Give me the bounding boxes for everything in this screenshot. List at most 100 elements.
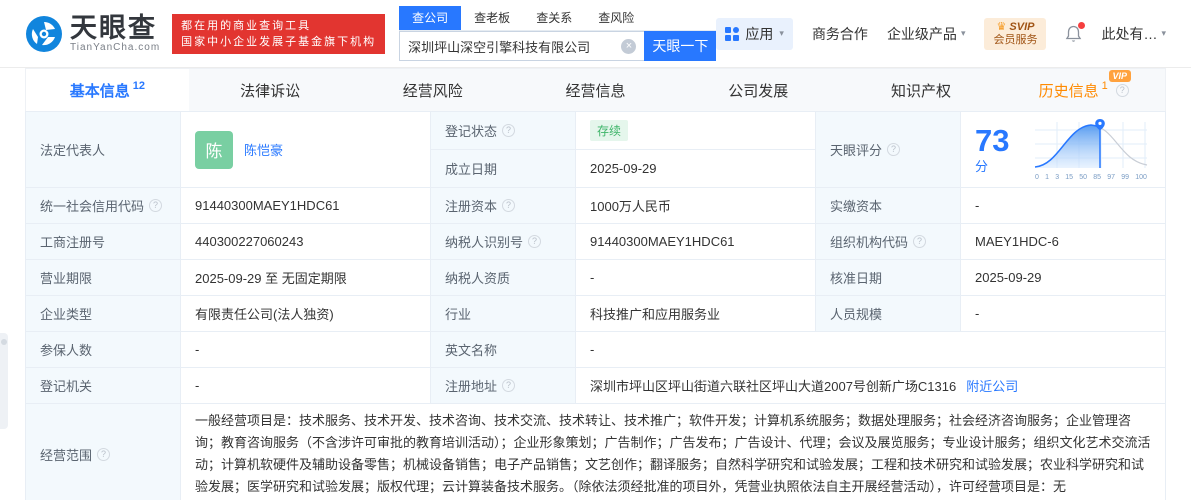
crown-icon: ♛ bbox=[996, 20, 1007, 33]
nav-more[interactable]: 此处有… ▾ bbox=[1101, 24, 1166, 44]
help-icon[interactable]: ? bbox=[149, 199, 163, 212]
help-icon[interactable]: ? bbox=[97, 447, 111, 461]
header-nav: 应用 ▾ 商务合作 企业级产品 ▾ ♛ SVIP 会员服务 此处有… ▾ bbox=[716, 17, 1166, 50]
tab-count: 12 bbox=[132, 80, 145, 92]
help-icon[interactable]: ? bbox=[502, 124, 516, 137]
tab-label: 经营信息 bbox=[565, 82, 626, 100]
tab-label: 法律诉讼 bbox=[240, 82, 301, 100]
table-row: 统一社会信用代码? 91440300MAEY1HDC61 注册资本? 1000万… bbox=[25, 187, 1166, 224]
field-value-founded: 2025-09-29 bbox=[575, 149, 816, 188]
table-row: 营业期限 2025-09-29 至 无固定期限 纳税人资质 - 核准日期 202… bbox=[25, 259, 1166, 296]
status-badge: 存续 bbox=[590, 120, 629, 141]
brand-name: 天眼查 bbox=[70, 12, 157, 43]
search-tab-risk[interactable]: 查风险 bbox=[585, 6, 647, 30]
tab-label: 历史信息 bbox=[1038, 82, 1099, 100]
field-label-registry-authority: 登记机关 bbox=[25, 367, 181, 404]
tianyancha-logo[interactable]: 天眼查 TianYanCha.com bbox=[25, 12, 161, 53]
score-tick: 100 bbox=[1135, 174, 1147, 181]
field-label-reg-capital: 注册资本? bbox=[430, 187, 576, 224]
search-button[interactable]: 天眼一下 bbox=[644, 31, 717, 61]
apps-menu[interactable]: 应用 ▾ bbox=[716, 17, 793, 50]
notification-dot bbox=[1078, 21, 1086, 29]
score-tick: 1 bbox=[1045, 174, 1049, 181]
table-row: 登记机关 - 注册地址? 深圳市坪山区坪山街道六联社区坪山大道2007号创新广场… bbox=[25, 367, 1166, 404]
avatar[interactable]: 陈 bbox=[195, 130, 233, 169]
circle-icon bbox=[1, 339, 7, 345]
tab-legal-proceedings[interactable]: 法律诉讼 bbox=[189, 69, 352, 111]
section-tabbar: 基本信息 12 法律诉讼 经营风险 经营信息 公司发展 知识产权 VIP 历史信… bbox=[25, 68, 1166, 111]
tab-label: 公司发展 bbox=[728, 82, 789, 100]
field-label-paid-capital: 实缴资本 bbox=[815, 187, 961, 224]
score-tick: 3 bbox=[1055, 174, 1060, 181]
field-label-reg-number: 工商注册号 bbox=[25, 223, 181, 260]
search-tab-relation[interactable]: 查关系 bbox=[523, 6, 585, 30]
tab-count: 1 bbox=[1101, 80, 1108, 92]
field-value-approval-date: 2025-09-29 bbox=[960, 259, 1166, 296]
nearby-companies-link[interactable]: 附近公司 bbox=[966, 376, 1018, 395]
field-value-paid-capital: - bbox=[960, 187, 1166, 224]
tab-company-development[interactable]: 公司发展 bbox=[677, 69, 840, 111]
score-tick: 97 bbox=[1107, 174, 1116, 181]
field-value-reg-address: 深圳市坪山区坪山街道六联社区坪山大道2007号创新广场C1316 附近公司 bbox=[575, 367, 1166, 404]
logo-text: 天眼查 TianYanCha.com bbox=[70, 12, 161, 53]
legal-rep-link[interactable]: 陈恺豪 bbox=[244, 140, 283, 159]
business-scope-text: 一般经营项目是：技术服务、技术开发、技术咨询、技术交流、技术转让、技术推广；软件… bbox=[195, 413, 1151, 494]
tab-basic-info[interactable]: 基本信息 12 bbox=[26, 69, 189, 111]
search-input[interactable] bbox=[408, 38, 622, 54]
score-tick: 85 bbox=[1093, 174, 1102, 181]
help-icon[interactable]: ? bbox=[913, 235, 927, 248]
tab-intellectual-property[interactable]: 知识产权 bbox=[840, 69, 1003, 111]
field-label-company-type: 企业类型 bbox=[25, 295, 181, 332]
table-row: 企业类型 有限责任公司(法人独资) 行业 科技推广和应用服务业 人员规模 - bbox=[25, 295, 1166, 332]
search-tab-boss[interactable]: 查老板 bbox=[461, 6, 523, 30]
field-value-org-code: MAEY1HDC-6 bbox=[960, 223, 1166, 260]
tab-history-info[interactable]: VIP 历史信息 1 ? bbox=[1002, 69, 1165, 111]
help-icon[interactable]: ? bbox=[502, 199, 516, 212]
tab-operating-risk[interactable]: 经营风险 bbox=[351, 69, 514, 111]
field-label-founded: 成立日期 bbox=[430, 149, 576, 188]
header: 天眼查 TianYanCha.com 都在用的商业查询工具 国家中小企业发展子基… bbox=[0, 0, 1191, 68]
help-icon[interactable]: ? bbox=[502, 379, 516, 392]
tianyancha-company-page: 天眼查 TianYanCha.com 都在用的商业查询工具 国家中小企业发展子基… bbox=[0, 0, 1191, 500]
field-label-reg-status: 登记状态? bbox=[430, 111, 576, 150]
field-label-approval-date: 核准日期 bbox=[815, 259, 961, 296]
tab-label: 经营风险 bbox=[402, 82, 463, 100]
svip-badge[interactable]: ♛ SVIP 会员服务 bbox=[984, 17, 1047, 50]
field-value-score: 73分 0 1 3 15 50 85 97 99 100 bbox=[960, 111, 1166, 188]
score-tick: 50 bbox=[1079, 174, 1088, 181]
score-number: 73 bbox=[975, 122, 1010, 158]
help-icon[interactable]: ? bbox=[1115, 83, 1129, 97]
field-label-credit-code: 统一社会信用代码? bbox=[25, 187, 181, 224]
field-label-legal-rep: 法定代表人 bbox=[25, 111, 181, 188]
field-value-business-term: 2025-09-29 至 无固定期限 bbox=[180, 259, 431, 296]
floating-side-widget[interactable] bbox=[0, 333, 8, 429]
apps-label: 应用 bbox=[745, 25, 774, 42]
search-tab-company[interactable]: 查公司 bbox=[399, 6, 462, 30]
field-label-reg-address: 注册地址? bbox=[430, 367, 576, 404]
score-distribution-chart[interactable]: 0 1 3 15 50 85 97 99 100 bbox=[1031, 118, 1151, 181]
field-value-company-type: 有限责任公司(法人独资) bbox=[180, 295, 431, 332]
score-tick: 15 bbox=[1065, 174, 1074, 181]
help-icon[interactable]: ? bbox=[887, 143, 901, 156]
clear-icon[interactable]: × bbox=[621, 38, 637, 54]
field-value-taxpayer-quality: - bbox=[575, 259, 816, 296]
field-value-legal-rep: 陈 陈恺豪 bbox=[180, 111, 431, 188]
score-unit: 分 bbox=[975, 158, 989, 174]
nav-enterprise[interactable]: 企业级产品 ▾ bbox=[887, 24, 966, 44]
score-tick: 99 bbox=[1121, 174, 1130, 181]
tab-operating-info[interactable]: 经营信息 bbox=[514, 69, 677, 111]
brand-domain: TianYanCha.com bbox=[70, 41, 161, 53]
slogan-badge: 都在用的商业查询工具 国家中小企业发展子基金旗下机构 bbox=[172, 13, 386, 54]
chevron-down-icon: ▾ bbox=[1161, 28, 1166, 38]
field-value-taxpayer-id: 91440300MAEY1HDC61 bbox=[575, 223, 816, 260]
search-tabs: 查公司 查老板 查关系 查风险 bbox=[399, 6, 717, 31]
field-label-business-scope: 经营范围? bbox=[25, 403, 181, 500]
nav-enterprise-label: 企业级产品 bbox=[886, 25, 957, 42]
search-input-wrap: × bbox=[399, 31, 645, 61]
nav-cooperation[interactable]: 商务合作 bbox=[812, 24, 868, 44]
field-label-taxpayer-id: 纳税人识别号? bbox=[430, 223, 576, 260]
chevron-down-icon: ▾ bbox=[960, 28, 966, 38]
table-row: 经营范围? 一般经营项目是：技术服务、技术开发、技术咨询、技术交流、技术转让、技… bbox=[25, 403, 1166, 500]
notification-bell[interactable] bbox=[1065, 21, 1086, 43]
help-icon[interactable]: ? bbox=[528, 235, 542, 248]
